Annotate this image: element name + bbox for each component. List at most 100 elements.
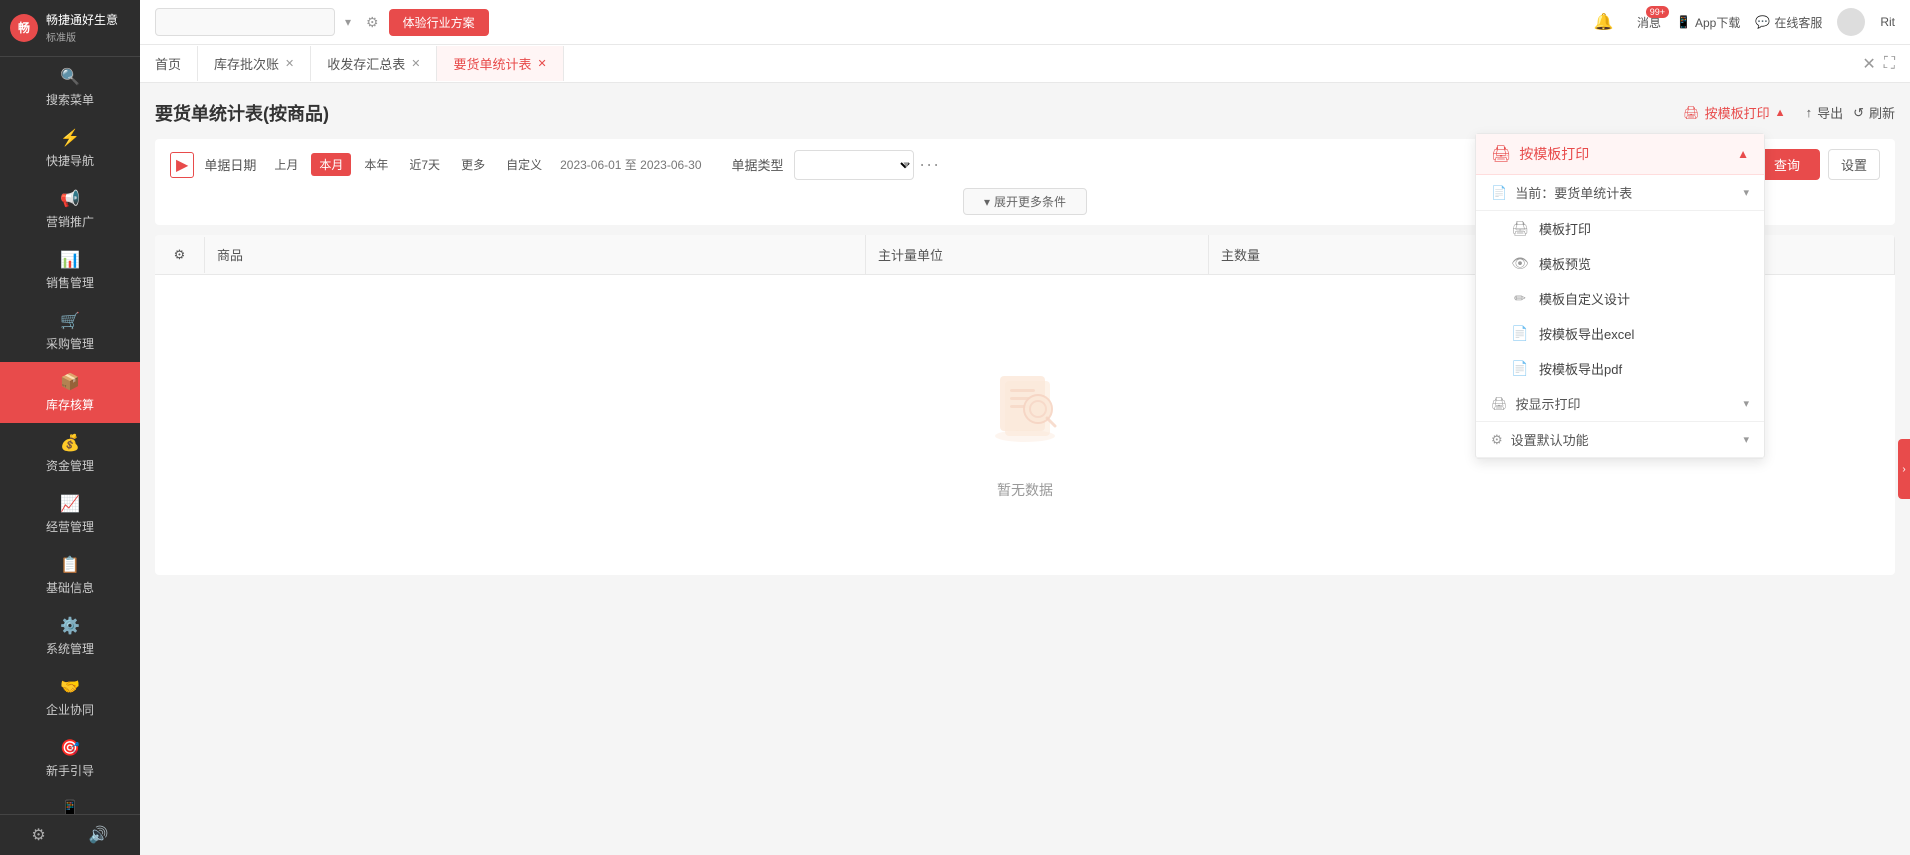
tab-home[interactable]: 首页 [155, 46, 198, 81]
finance-icon: 💰 [60, 433, 80, 453]
date-opt-more[interactable]: 更多 [453, 153, 493, 176]
export-excel-label: 按模板导出excel [1539, 324, 1634, 343]
tab-order-summary[interactable]: 要货单统计表 ✕ [437, 46, 563, 81]
tab-receipt-summary-label: 收发存汇总表 [327, 54, 405, 73]
guide-icon: 🎯 [60, 738, 80, 758]
dropdown-set-default-header[interactable]: ⚙ 设置默认功能 ▾ [1476, 422, 1764, 457]
export-pdf-icon: 📄 [1511, 360, 1529, 377]
tab-close-window-icon[interactable]: ✕ [1862, 54, 1875, 74]
set-default-chevron-icon: ▾ [1743, 433, 1749, 446]
template-print-label: 模板打印 [1539, 219, 1591, 238]
app-download-area[interactable]: 📱 App下载 [1676, 14, 1740, 31]
customer-service-area[interactable]: 💬 在线客服 [1755, 14, 1822, 31]
dropdown-export-pdf[interactable]: 📄 按模板导出pdf [1476, 351, 1764, 386]
customer-service-icon: 💬 [1755, 15, 1770, 29]
dropdown-template-design[interactable]: ✏ 模板自定义设计 [1476, 281, 1764, 316]
display-print-chevron-icon: ▾ [1743, 397, 1749, 410]
sidebar-item-label: 企业协同 [46, 701, 94, 718]
export-pdf-label: 按模板导出pdf [1539, 359, 1622, 378]
filter-expand-left-icon[interactable]: ▶ [170, 152, 194, 178]
sidebar-item-collab[interactable]: 🤝 企业协同 [0, 667, 140, 728]
date-opt-last7[interactable]: 近7天 [401, 153, 448, 176]
user-avatar[interactable] [1837, 8, 1865, 36]
quicknav-icon: ⚡ [60, 128, 80, 148]
user-name[interactable]: Rit [1880, 15, 1895, 29]
notification-badge: 99+ [1646, 6, 1669, 18]
sidebar-item-system[interactable]: ⚙️ 系统管理 [0, 606, 140, 667]
sidebar-item-inventory[interactable]: 📦 库存核算 [0, 362, 140, 423]
sidebar-item-sales[interactable]: 📊 销售管理 [0, 240, 140, 301]
topbar-chevron-icon[interactable]: ▾ [345, 15, 351, 29]
dropdown-export-excel[interactable]: 📄 按模板导出excel [1476, 316, 1764, 351]
date-opt-prev-month[interactable]: 上月 [266, 153, 306, 176]
dropdown-template-print[interactable]: 🖨 模板打印 [1476, 211, 1764, 246]
dropdown-current-header[interactable]: 📄 当前：要货单统计表 ▾ [1476, 175, 1764, 210]
tab-receipt-summary-close[interactable]: ✕ [411, 57, 420, 70]
tab-maximize-icon[interactable]: ⛶ [1884, 55, 1895, 73]
dropdown-collapse-icon[interactable]: ▲ [1737, 147, 1749, 161]
settings-button[interactable]: 设置 [1828, 149, 1880, 180]
sidebar-item-operations[interactable]: 📈 经营管理 [0, 484, 140, 545]
template-print-icon: 🖨 [1511, 220, 1529, 237]
date-opt-custom[interactable]: 自定义 [498, 153, 550, 176]
sidebar-item-label: 搜索菜单 [46, 91, 94, 108]
type-filter-label: 单据类型 [732, 155, 784, 174]
sidebar-item-finance[interactable]: 💰 资金管理 [0, 423, 140, 484]
topbar: ▾ ⚙ 体验行业方案 🔔 99+ 消息 📱 App下载 💬 在线客服 Rit [140, 0, 1910, 45]
tab-home-label: 首页 [155, 54, 181, 73]
notification-area[interactable]: 🔔 99+ 消息 [1594, 12, 1661, 32]
refresh-icon: ↺ [1853, 105, 1864, 121]
date-options: 上月 本月 本年 近7天 更多 自定义 2023-06-01 至 2023-06… [266, 153, 701, 176]
sidebar-item-guide[interactable]: 🎯 新手引导 [0, 728, 140, 789]
refresh-button[interactable]: ↺ 刷新 [1853, 103, 1895, 122]
sidebar-item-label: 营销推广 [46, 213, 94, 230]
sidebar-item-apps[interactable]: 📱 应用中心 [0, 789, 140, 814]
sidebar-item-label: 库存核算 [46, 396, 94, 413]
right-panel-toggle[interactable]: › [1898, 439, 1910, 499]
dropdown-current-section: 📄 当前：要货单统计表 ▾ [1476, 175, 1764, 211]
type-select[interactable] [794, 150, 914, 180]
dropdown-title-text: 按模板打印 [1519, 144, 1589, 164]
print-chevron-up-icon: ▲ [1775, 107, 1786, 119]
dropdown-display-print-section: 🖨 按显示打印 ▾ [1476, 386, 1764, 422]
tab-order-summary-label: 要货单统计表 [453, 54, 531, 73]
date-filter-label: 单据日期 [204, 155, 256, 174]
sidebar-item-quicknav[interactable]: ⚡ 快捷导航 [0, 118, 140, 179]
tab-batch-account[interactable]: 库存批次账 ✕ [198, 46, 311, 81]
dropdown-template-preview[interactable]: 👁 模板预览 [1476, 246, 1764, 281]
operations-icon: 📈 [60, 494, 80, 514]
app-download-icon: 📱 [1676, 15, 1691, 29]
display-print-icon: 🖨 [1491, 396, 1508, 412]
dropdown-display-print-header[interactable]: 🖨 按显示打印 ▾ [1476, 386, 1764, 421]
tab-order-summary-close[interactable]: ✕ [538, 57, 547, 70]
logo-text: 畅捷通好生意 [46, 12, 118, 29]
date-opt-current-year[interactable]: 本年 [356, 153, 396, 176]
sidebar-item-basic[interactable]: 📋 基础信息 [0, 545, 140, 606]
more-options-icon[interactable]: ··· [919, 154, 940, 175]
sidebar-item-marketing[interactable]: 📢 营销推广 [0, 179, 140, 240]
th-settings[interactable]: ⚙ [155, 237, 205, 273]
set-default-icon: ⚙ [1491, 432, 1503, 448]
notification-icon: 🔔 [1594, 14, 1614, 31]
sidebar-item-label: 经营管理 [46, 518, 94, 535]
topbar-gear-icon[interactable]: ⚙ [366, 14, 379, 31]
expand-more-button[interactable]: ▾ 展开更多条件 [963, 188, 1087, 215]
settings-footer-icon[interactable]: ⚙ [31, 825, 45, 845]
tab-batch-account-close[interactable]: ✕ [285, 57, 294, 70]
search-input[interactable] [155, 8, 335, 36]
export-button[interactable]: ↑ 导出 [1806, 103, 1844, 122]
sound-footer-icon[interactable]: 🔊 [89, 825, 109, 845]
tab-receipt-summary[interactable]: 收发存汇总表 ✕ [311, 46, 437, 81]
tab-right-controls: ✕ ⛶ [1862, 54, 1895, 74]
app-download-label: App下载 [1695, 14, 1740, 31]
print-label: 按模板打印 [1705, 103, 1770, 122]
trial-button[interactable]: 体验行业方案 [389, 9, 489, 36]
date-range-display: 2023-06-01 至 2023-06-30 [560, 156, 701, 173]
sidebar-item-purchase[interactable]: 🛒 采购管理 [0, 301, 140, 362]
print-button[interactable]: 🖨 按模板打印 ▲ [1673, 98, 1795, 127]
date-opt-current-month[interactable]: 本月 [311, 153, 351, 176]
dropdown-set-default-section: ⚙ 设置默认功能 ▾ [1476, 422, 1764, 458]
sales-icon: 📊 [60, 250, 80, 270]
dropdown-header-title: 🖨 按模板打印 [1491, 144, 1589, 164]
sidebar-item-search[interactable]: 🔍 搜索菜单 [0, 57, 140, 118]
